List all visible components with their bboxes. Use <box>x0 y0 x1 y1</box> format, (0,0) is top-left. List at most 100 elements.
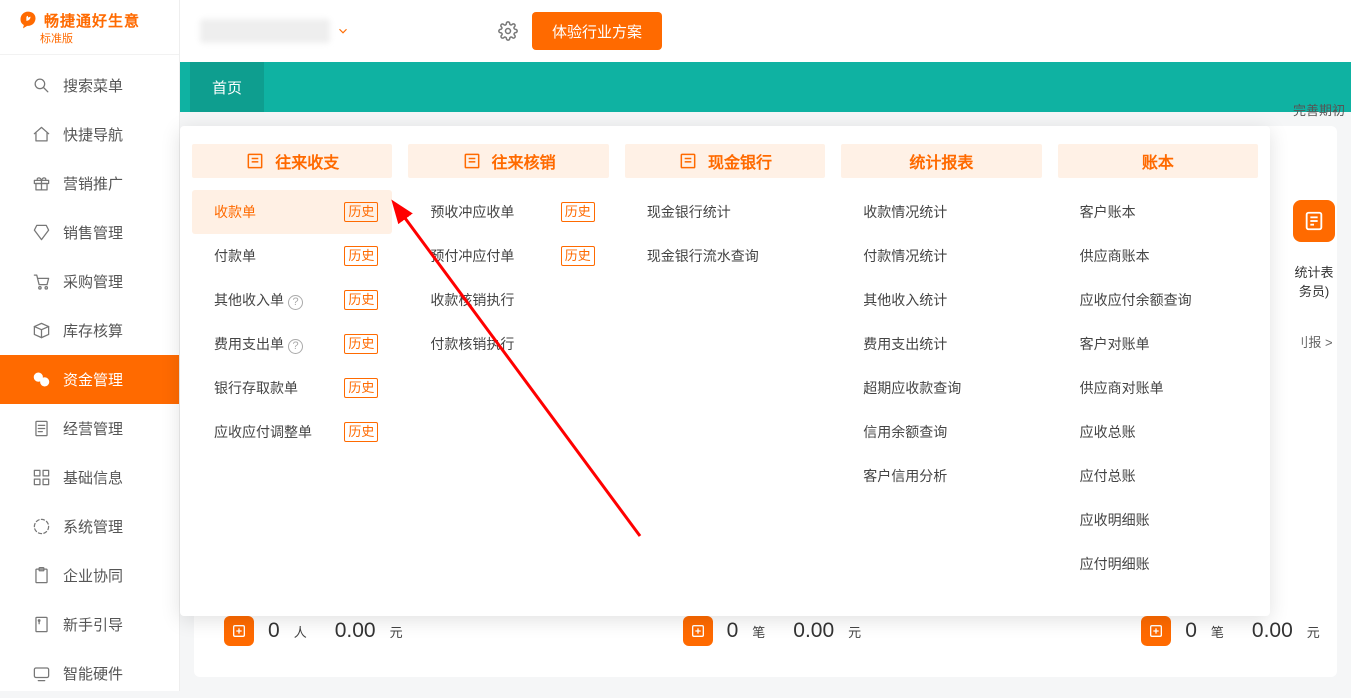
right-weekly-link[interactable]: 刂报 > <box>1295 332 1332 351</box>
sidebar-item-label: 经营管理 <box>63 418 123 439</box>
brand-logo-icon <box>18 8 38 32</box>
sidebar-item-label: 系统管理 <box>63 516 123 537</box>
mega-item-1-3[interactable]: 付款核销执行 <box>408 322 608 366</box>
sidebar-item-10[interactable]: 企业协同 <box>0 551 179 600</box>
mega-col-header: 账本 <box>1058 144 1258 178</box>
mega-item-3-6[interactable]: 客户信用分析 <box>841 454 1041 498</box>
mega-col-header: 统计报表 <box>841 144 1041 178</box>
stat-unit: 笔 <box>752 622 765 641</box>
sidebar-item-0[interactable]: 搜索菜单 <box>0 61 179 110</box>
stat-money: 0.00 <box>793 619 834 643</box>
sidebar-item-label: 基础信息 <box>63 467 123 488</box>
mega-col-3: 统计报表收款情况统计付款情况统计其他收入统计费用支出统计超期应收款查询信用余额查… <box>835 144 1047 616</box>
sidebar-item-9[interactable]: 系统管理 <box>0 502 179 551</box>
right-stat-line1: 统计表 <box>1294 264 1333 283</box>
history-tag[interactable]: 历史 <box>561 246 595 266</box>
history-tag[interactable]: 历史 <box>344 334 378 354</box>
mega-item-3-5[interactable]: 信用余额查询 <box>841 410 1041 454</box>
sidebar-item-11[interactable]: 新手引导 <box>0 600 179 649</box>
mega-item-0-1[interactable]: 付款单历史 <box>192 234 392 278</box>
tab-home[interactable]: 首页 <box>190 62 264 112</box>
mega-item-3-3[interactable]: 费用支出统计 <box>841 322 1041 366</box>
mega-item-2-0[interactable]: 现金银行统计 <box>625 190 825 234</box>
sidebar-item-6[interactable]: ¥资金管理 <box>0 355 179 404</box>
mega-item-1-2[interactable]: 收款核销执行 <box>408 278 608 322</box>
settings-gear-icon[interactable] <box>498 21 518 41</box>
sidebar-item-label: 采购管理 <box>63 271 123 292</box>
sidebar-item-label: 营销推广 <box>63 173 123 194</box>
help-icon[interactable]: ? <box>288 339 303 354</box>
right-stat-line2: 务员) <box>1299 283 1329 302</box>
history-tag[interactable]: 历史 <box>344 246 378 266</box>
mega-item-0-4[interactable]: 银行存取款单历史 <box>192 366 392 410</box>
stat-icon <box>224 616 254 646</box>
sidebar-item-7[interactable]: 经营管理 <box>0 404 179 453</box>
mega-item-4-1[interactable]: 供应商账本 <box>1058 234 1258 278</box>
sidebar-item-4[interactable]: 采购管理 <box>0 257 179 306</box>
stat-count: 0 <box>727 619 739 643</box>
sidebar-item-5[interactable]: 库存核算 <box>0 306 179 355</box>
mega-item-4-8[interactable]: 应付明细账 <box>1058 542 1258 586</box>
mega-item-3-2[interactable]: 其他收入统计 <box>841 278 1041 322</box>
mega-item-4-2[interactable]: 应收应付余额查询 <box>1058 278 1258 322</box>
mega-item-0-2[interactable]: 其他收入单?历史 <box>192 278 392 322</box>
stat-icon <box>1141 616 1171 646</box>
stat-currency: 元 <box>848 622 861 641</box>
mega-item-4-4[interactable]: 供应商对账单 <box>1058 366 1258 410</box>
stat-count: 0 <box>1185 619 1197 643</box>
funds-megamenu: 往来收支收款单历史付款单历史其他收入单?历史费用支出单?历史银行存取款单历史应收… <box>180 126 1270 616</box>
tab-strip: 首页 <box>180 62 1351 112</box>
mega-col-1: 往来核销预收冲应收单历史预付冲应付单历史收款核销执行付款核销执行 <box>402 144 614 616</box>
mega-item-0-3[interactable]: 费用支出单?历史 <box>192 322 392 366</box>
stat-block-1: 0笔 0.00 元 <box>683 616 862 646</box>
stat-money: 0.00 <box>335 619 376 643</box>
brand-tag: 标准版 <box>40 30 169 46</box>
mega-item-3-1[interactable]: 付款情况统计 <box>841 234 1041 278</box>
sidebar-item-label: 企业协同 <box>63 565 123 586</box>
sidebar-item-label: 新手引导 <box>63 614 123 635</box>
mega-col-header: 往来收支 <box>192 144 392 178</box>
history-tag[interactable]: 历史 <box>344 422 378 442</box>
mega-item-4-7[interactable]: 应收明细账 <box>1058 498 1258 542</box>
sidebar-nav: 搜索菜单快捷导航营销推广销售管理采购管理库存核算¥资金管理经营管理基础信息系统管… <box>0 55 179 698</box>
history-tag[interactable]: 历史 <box>344 290 378 310</box>
mega-col-4: 账本客户账本供应商账本应收应付余额查询客户对账单供应商对账单应收总账应付总账应收… <box>1052 144 1264 616</box>
logo-area: 畅捷通好生意 标准版 <box>0 0 179 55</box>
sidebar-item-label: 智能硬件 <box>63 663 123 684</box>
sidebar-item-label: 销售管理 <box>63 222 123 243</box>
sidebar-item-3[interactable]: 销售管理 <box>0 208 179 257</box>
org-name-redacted <box>200 19 330 43</box>
mega-item-4-0[interactable]: 客户账本 <box>1058 190 1258 234</box>
sidebar-item-label: 搜索菜单 <box>63 75 123 96</box>
help-icon[interactable]: ? <box>288 295 303 310</box>
history-tag[interactable]: 历史 <box>561 202 595 222</box>
sidebar-item-label: 资金管理 <box>63 369 123 390</box>
stat-unit: 笔 <box>1211 622 1224 641</box>
mega-item-0-5[interactable]: 应收应付调整单历史 <box>192 410 392 454</box>
mega-item-0-0[interactable]: 收款单历史 <box>192 190 392 234</box>
stat-icon <box>683 616 713 646</box>
right-note-top[interactable]: 完善期初 <box>1293 100 1345 119</box>
mega-item-4-3[interactable]: 客户对账单 <box>1058 322 1258 366</box>
mega-item-4-6[interactable]: 应付总账 <box>1058 454 1258 498</box>
org-selector[interactable] <box>200 19 480 43</box>
mega-item-1-1[interactable]: 预付冲应付单历史 <box>408 234 608 278</box>
mega-col-header: 往来核销 <box>408 144 608 178</box>
sidebar-item-1[interactable]: 快捷导航 <box>0 110 179 159</box>
mega-item-1-0[interactable]: 预收冲应收单历史 <box>408 190 608 234</box>
history-tag[interactable]: 历史 <box>344 378 378 398</box>
mega-item-4-5[interactable]: 应收总账 <box>1058 410 1258 454</box>
mega-item-3-4[interactable]: 超期应收款查询 <box>841 366 1041 410</box>
sidebar-item-2[interactable]: 营销推广 <box>0 159 179 208</box>
stat-block-0: 0人0.00元 <box>224 616 403 646</box>
stat-unit: 人 <box>294 622 307 641</box>
topbar: 体验行业方案 <box>180 0 1351 62</box>
experience-plan-button[interactable]: 体验行业方案 <box>532 12 662 50</box>
sidebar-item-label: 快捷导航 <box>63 124 123 145</box>
stat-money: 0.00 <box>1252 619 1293 643</box>
mega-item-2-1[interactable]: 现金银行流水查询 <box>625 234 825 278</box>
history-tag[interactable]: 历史 <box>344 202 378 222</box>
float-report-icon[interactable] <box>1293 200 1335 242</box>
mega-item-3-0[interactable]: 收款情况统计 <box>841 190 1041 234</box>
sidebar-item-8[interactable]: 基础信息 <box>0 453 179 502</box>
